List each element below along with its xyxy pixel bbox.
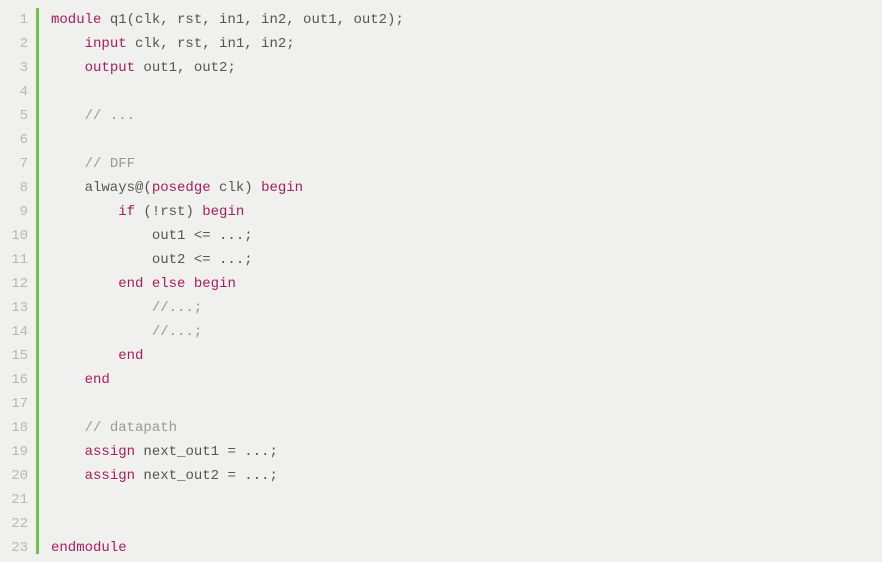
line-number: 11 [4, 248, 28, 272]
code-token [51, 324, 152, 340]
line-number: 16 [4, 368, 28, 392]
code-line: assign next_out2 = ...; [51, 464, 870, 488]
code-token: always@( [51, 180, 152, 196]
line-number: 10 [4, 224, 28, 248]
code-token [51, 444, 85, 460]
code-token [51, 468, 85, 484]
code-line: endmodule [51, 536, 870, 560]
code-line: input clk, rst, in1, in2; [51, 32, 870, 56]
code-line: // DFF [51, 152, 870, 176]
line-number: 22 [4, 512, 28, 536]
code-token: else [152, 276, 186, 292]
code-token [51, 36, 85, 52]
code-line: // ... [51, 104, 870, 128]
code-line: output out1, out2; [51, 56, 870, 80]
code-token [51, 372, 85, 388]
code-token: out1 <= ...; [51, 228, 253, 244]
line-number: 2 [4, 32, 28, 56]
line-number: 23 [4, 536, 28, 560]
code-line: end else begin [51, 272, 870, 296]
code-line: // datapath [51, 416, 870, 440]
code-token [185, 276, 193, 292]
code-editor: 1234567891011121314151617181920212223 mo… [0, 0, 882, 562]
line-number: 8 [4, 176, 28, 200]
line-number: 17 [4, 392, 28, 416]
code-line [51, 128, 870, 152]
code-token: if [118, 204, 135, 220]
code-token: (!rst) [135, 204, 202, 220]
code-token: input [85, 36, 127, 52]
code-token: module [51, 12, 110, 28]
code-line: out1 <= ...; [51, 224, 870, 248]
code-token: assign [85, 444, 135, 460]
line-number: 6 [4, 128, 28, 152]
code-token: end [85, 372, 110, 388]
code-token: begin [202, 204, 244, 220]
code-token: clk) [211, 180, 261, 196]
code-token [51, 420, 85, 436]
line-number: 5 [4, 104, 28, 128]
code-line: //...; [51, 320, 870, 344]
code-line: always@(posedge clk) begin [51, 176, 870, 200]
code-line: end [51, 344, 870, 368]
code-token: begin [261, 180, 303, 196]
line-number: 18 [4, 416, 28, 440]
line-number: 3 [4, 56, 28, 80]
code-token: end [118, 276, 143, 292]
code-line [51, 488, 870, 512]
code-token: output [85, 60, 135, 76]
code-token: assign [85, 468, 135, 484]
line-number: 15 [4, 344, 28, 368]
code-token [51, 300, 152, 316]
code-line [51, 512, 870, 536]
code-token: next_out2 = ...; [135, 468, 278, 484]
code-token [51, 348, 118, 364]
code-token [51, 108, 85, 124]
code-token [51, 60, 85, 76]
line-number-gutter: 1234567891011121314151617181920212223 [0, 0, 36, 562]
code-token: // datapath [85, 420, 177, 436]
code-token: posedge [152, 180, 211, 196]
line-number: 14 [4, 320, 28, 344]
code-line: module q1(clk, rst, in1, in2, out1, out2… [51, 8, 870, 32]
line-number: 13 [4, 296, 28, 320]
code-token [51, 276, 118, 292]
code-token: out1, out2; [135, 60, 236, 76]
code-line: assign next_out1 = ...; [51, 440, 870, 464]
code-token: next_out1 = ...; [135, 444, 278, 460]
code-token: clk, rst, in1, in2; [127, 36, 295, 52]
code-token: end [118, 348, 143, 364]
code-line: //...; [51, 296, 870, 320]
code-line: if (!rst) begin [51, 200, 870, 224]
line-number: 9 [4, 200, 28, 224]
line-number: 19 [4, 440, 28, 464]
code-token: // DFF [85, 156, 135, 172]
code-token: //...; [152, 324, 202, 340]
code-token [51, 204, 118, 220]
line-number: 20 [4, 464, 28, 488]
line-number: 7 [4, 152, 28, 176]
code-line [51, 392, 870, 416]
line-number: 1 [4, 8, 28, 32]
code-token: begin [194, 276, 236, 292]
code-line: out2 <= ...; [51, 248, 870, 272]
code-token: //...; [152, 300, 202, 316]
line-number: 21 [4, 488, 28, 512]
code-token: out2 <= ...; [51, 252, 253, 268]
code-line [51, 80, 870, 104]
code-token: // ... [85, 108, 135, 124]
code-token [51, 156, 85, 172]
code-token: endmodule [51, 540, 127, 556]
code-line: end [51, 368, 870, 392]
line-number: 12 [4, 272, 28, 296]
code-token [143, 276, 151, 292]
code-token: q1(clk, rst, in1, in2, out1, out2); [110, 12, 404, 28]
line-number: 4 [4, 80, 28, 104]
code-content: module q1(clk, rst, in1, in2, out1, out2… [39, 0, 882, 562]
